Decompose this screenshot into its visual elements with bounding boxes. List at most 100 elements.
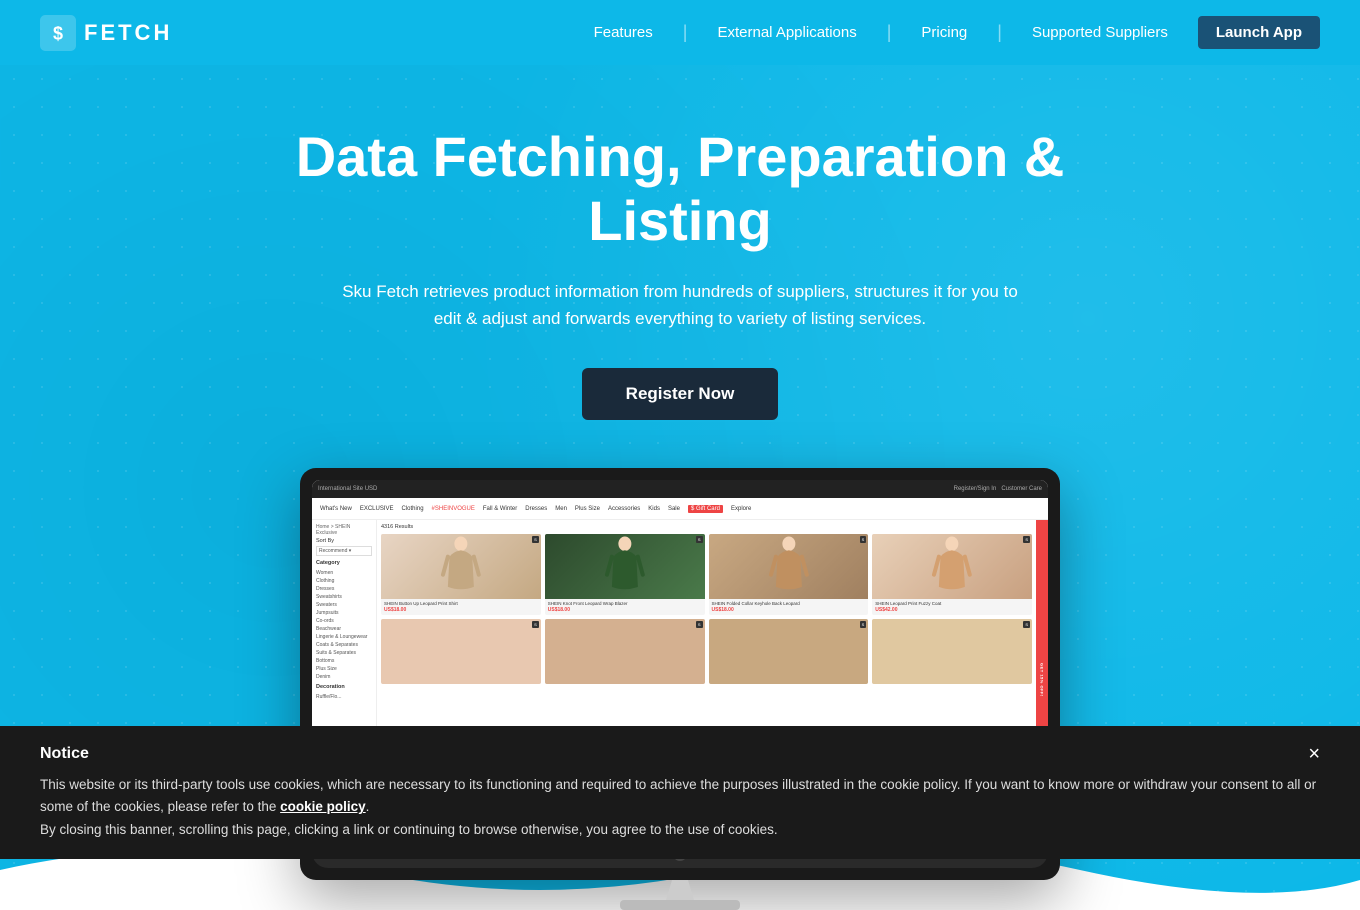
shein-sidebar-jumpsuits: Jumpsuits bbox=[316, 609, 372, 617]
shein-product-4: S SHEIN bbox=[872, 534, 1032, 615]
svg-text:$: $ bbox=[53, 23, 63, 43]
shein-sortby-select: Recommend ▾ bbox=[316, 546, 372, 556]
nav-features[interactable]: Features bbox=[594, 24, 653, 41]
shein-breadcrumb: Home > SHEIN Exclusive bbox=[316, 524, 372, 536]
shein-sidebar-dresses: Dresses bbox=[316, 585, 372, 593]
shein-nav-item-explore: Explore bbox=[731, 506, 751, 512]
shein-badge-4: S bbox=[1023, 536, 1030, 543]
shein-topbar-right: Register/Sign In Customer Care bbox=[954, 486, 1042, 492]
shein-nav-item-exclusive: EXCLUSIVE bbox=[360, 506, 394, 512]
monitor-base bbox=[300, 880, 1060, 910]
shein-sidebar-clothing: Clothing bbox=[316, 577, 372, 585]
shein-sortby-label: Sort By bbox=[316, 538, 372, 544]
shein-product-6: S bbox=[545, 619, 705, 684]
shein-product-figure-4 bbox=[872, 534, 1032, 599]
shein-topbar: International Site USD Register/Sign In … bbox=[312, 480, 1048, 498]
shein-sidebar-women: Women bbox=[316, 569, 372, 577]
shein-badge-2: S bbox=[696, 536, 703, 543]
shein-sidebar-plussize: Plus Size bbox=[316, 665, 372, 673]
shein-nav-item-plussize: Plus Size bbox=[575, 506, 600, 512]
nav-divider-1: | bbox=[683, 22, 688, 42]
nav-divider-2: | bbox=[887, 22, 892, 42]
shein-product-img-8: S bbox=[872, 619, 1032, 684]
shein-topbar-text: International Site USD bbox=[318, 486, 377, 492]
shein-product-price-2: US$18.00 bbox=[548, 607, 702, 613]
shein-product-img-2: S bbox=[545, 534, 705, 599]
shein-results-count: 4316 Results bbox=[381, 524, 1032, 530]
shein-nav-item-sale: Sale bbox=[668, 506, 680, 512]
shein-product-3: S SHEIN bbox=[709, 534, 869, 615]
cookie-body-text-2: By closing this banner, scrolling this p… bbox=[40, 822, 778, 837]
shein-product-1: S bbox=[381, 534, 541, 615]
cookie-notice-title: Notice bbox=[40, 745, 89, 763]
shein-badge-3: S bbox=[860, 536, 867, 543]
hero-title: Data Fetching, Preparation & Listing bbox=[230, 125, 1130, 254]
shein-product-img-5: S bbox=[381, 619, 541, 684]
shein-nav: What's New EXCLUSIVE Clothing #SHEINVOGU… bbox=[312, 498, 1048, 520]
shein-nav-item-accessories: Accessories bbox=[608, 506, 640, 512]
nav-divider-3: | bbox=[997, 22, 1002, 42]
cookie-body: This website or its third-party tools us… bbox=[40, 774, 1320, 841]
shein-badge-1: S bbox=[532, 536, 539, 543]
shein-badge-5: S bbox=[532, 621, 539, 628]
navbar: $ FETCH Features | External Applications… bbox=[0, 0, 1360, 65]
shein-product-info-3: SHEIN Folded Collar Keyhole Back Leopard… bbox=[709, 599, 869, 615]
cookie-notice-header: Notice × bbox=[40, 744, 1320, 764]
shein-sidebar-sweaters: Sweaters bbox=[316, 601, 372, 609]
shein-deco-ruffles: Ruffle/Flo... bbox=[316, 693, 372, 701]
shein-nav-item-whatsnew: What's New bbox=[320, 506, 352, 512]
shein-product-5: S bbox=[381, 619, 541, 684]
shein-product-figure-3 bbox=[709, 534, 869, 599]
shein-deco-title: Decoration bbox=[316, 684, 372, 690]
shein-product-info-1: SHEIN Button Up Leopard Print Shirt US$1… bbox=[381, 599, 541, 615]
monitor-stand-base bbox=[620, 900, 740, 910]
shein-product-img-3: S bbox=[709, 534, 869, 599]
shein-category-title: Category bbox=[316, 560, 372, 566]
logo-icon: $ bbox=[40, 15, 76, 51]
nav-pricing[interactable]: Pricing bbox=[921, 24, 967, 41]
shein-sidebar-lingerie: Lingerie & Loungewear bbox=[316, 633, 372, 641]
nav-supported-suppliers[interactable]: Supported Suppliers bbox=[1032, 24, 1168, 41]
shein-nav-item-kids: Kids bbox=[648, 506, 660, 512]
shein-product-img-1: S bbox=[381, 534, 541, 599]
shein-product-img-4: S bbox=[872, 534, 1032, 599]
shein-product-8: S bbox=[872, 619, 1032, 684]
shein-nav-item-giftcard: $ Gift Card bbox=[688, 505, 723, 513]
shein-sidebar-suits: Suits & Separates bbox=[316, 649, 372, 657]
cookie-close-button[interactable]: × bbox=[1308, 744, 1320, 764]
shein-nav-item-fallandwinter: Fall & Winter bbox=[483, 506, 517, 512]
shein-sidebar-coords: Co-ords bbox=[316, 617, 372, 625]
shein-product-price-4: US$42.00 bbox=[875, 607, 1029, 613]
shein-badge-7: S bbox=[860, 621, 867, 628]
shein-sidebar-denim: Denim bbox=[316, 673, 372, 681]
shein-product-7: S bbox=[709, 619, 869, 684]
shein-product-img-7: S bbox=[709, 619, 869, 684]
shein-products-grid: S bbox=[381, 534, 1032, 615]
hero-subtitle: Sku Fetch retrieves product information … bbox=[340, 278, 1020, 332]
shein-product-info-2: SHEIN Knot Front Leopard Wrap Blazer US$… bbox=[545, 599, 705, 615]
register-button[interactable]: Register Now bbox=[582, 368, 779, 420]
shein-product-figure-2 bbox=[545, 534, 705, 599]
shein-badge-6: S bbox=[696, 621, 703, 628]
shein-product-price-3: US$18.00 bbox=[712, 607, 866, 613]
shein-product-info-4: SHEIN Leopard Print Fuzzy Coat US$42.00 bbox=[872, 599, 1032, 615]
shein-nav-item-dresses: Dresses bbox=[525, 506, 547, 512]
shein-decoration-label: Decoration Ruffle/Flo... bbox=[316, 684, 372, 701]
logo-text: FETCH bbox=[84, 20, 172, 46]
shein-product-img-6: S bbox=[545, 619, 705, 684]
monitor-stand-neck bbox=[660, 880, 700, 900]
shein-nav-item-men: Men bbox=[555, 506, 567, 512]
shein-products-row2: S S S bbox=[381, 619, 1032, 684]
nav-external-applications[interactable]: External Applications bbox=[717, 24, 856, 41]
shein-sidebar-coats: Coats & Separates bbox=[316, 641, 372, 649]
nav-launch-app[interactable]: Launch App bbox=[1198, 16, 1320, 49]
cookie-policy-link[interactable]: cookie policy bbox=[280, 799, 366, 814]
shein-nav-item-sheinvogue: #SHEINVOGUE bbox=[432, 506, 475, 512]
logo[interactable]: $ FETCH bbox=[40, 15, 172, 51]
shein-nav-item-clothing: Clothing bbox=[402, 506, 424, 512]
cookie-notice: Notice × This website or its third-party… bbox=[0, 726, 1360, 859]
cookie-body-text-1: This website or its third-party tools us… bbox=[40, 777, 1316, 814]
shein-product-price-1: US$18.00 bbox=[384, 607, 538, 613]
shein-badge-8: S bbox=[1023, 621, 1030, 628]
shein-product-figure-1 bbox=[381, 534, 541, 599]
